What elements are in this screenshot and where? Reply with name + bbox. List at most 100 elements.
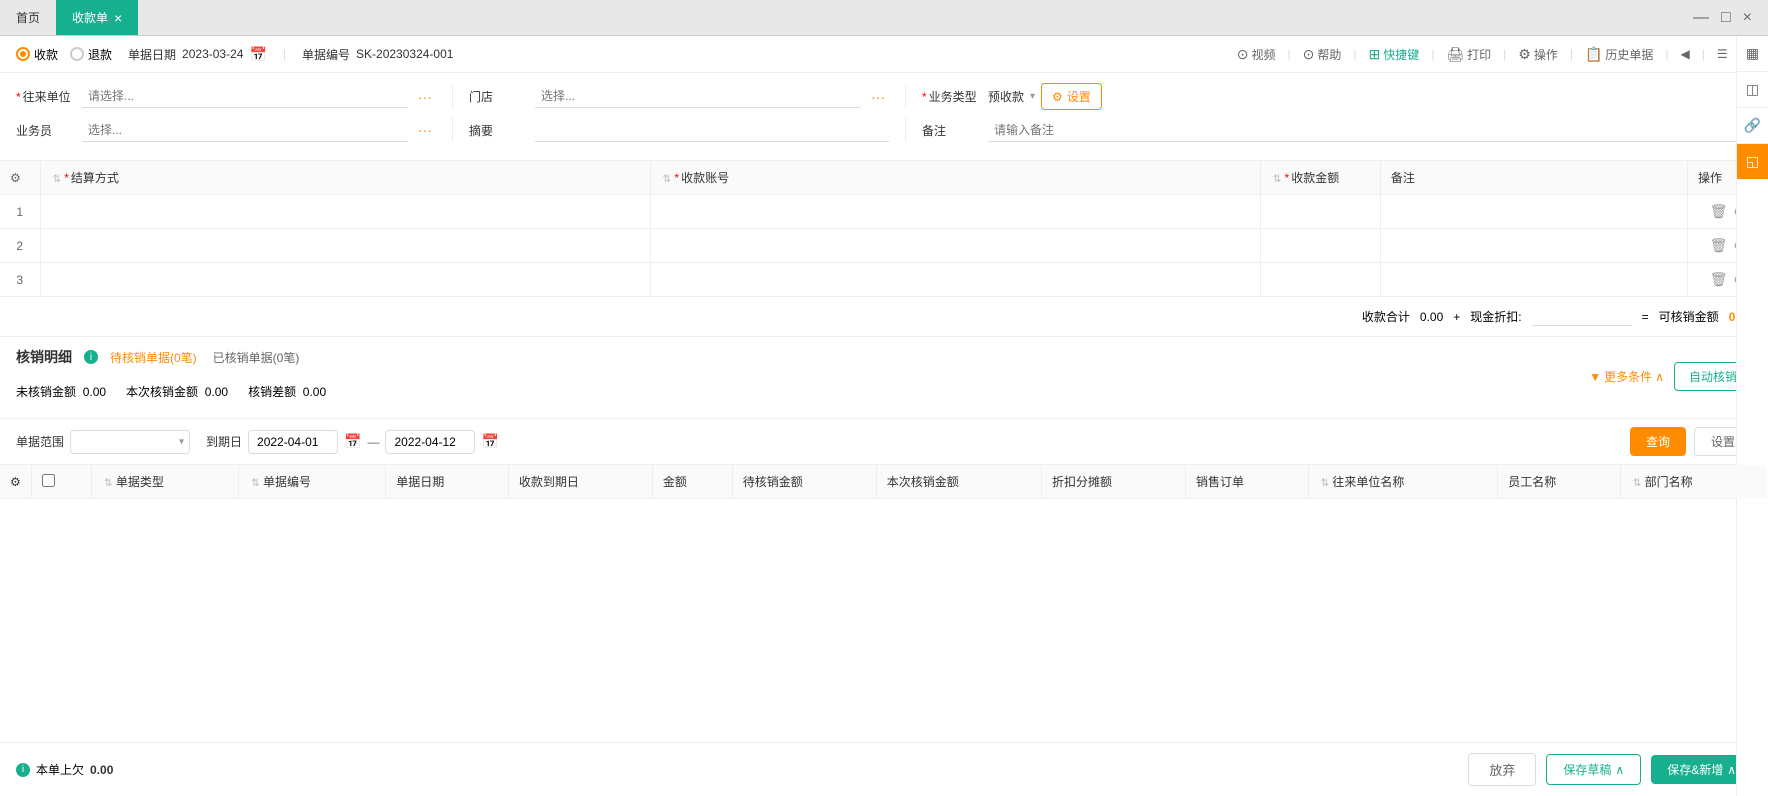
toolbar: 收款 退款 单据日期 2023-03-24 📅 | 单据编号 SK-202303… (0, 36, 1768, 73)
available-label: 可核销金额 (1659, 308, 1719, 325)
date-calendar-icon[interactable]: 📅 (249, 46, 266, 63)
footer-info-icon[interactable]: i (16, 763, 30, 777)
sidebar-icon-3[interactable]: 🔗 (1737, 108, 1768, 144)
table-row: 3 🗑 ⊕ (0, 263, 1768, 297)
employee-label: 业务员 (16, 122, 76, 139)
row-2-account[interactable] (650, 229, 1260, 263)
summary-label: 摘要 (469, 122, 529, 139)
range-label: 单据范围 (16, 433, 64, 450)
table-row: 2 🗑 ⊕ (0, 229, 1768, 263)
discount-input[interactable] (1532, 307, 1632, 326)
store-more-btn[interactable]: ··· (867, 89, 889, 105)
save-draft-label: 保存草稿 (1563, 761, 1611, 778)
tab-close-icon[interactable]: × (114, 11, 122, 25)
total-label: 收款合计 (1362, 308, 1410, 325)
refund-radio[interactable]: 退款 (70, 46, 112, 63)
range-select[interactable] (70, 430, 190, 454)
business-type-chevron[interactable]: ▾ (1030, 91, 1035, 102)
tab-home-label: 首页 (16, 9, 40, 26)
row-3-account[interactable] (650, 263, 1260, 297)
row-num-3: 3 (0, 263, 40, 297)
store-input[interactable] (535, 85, 861, 108)
table-gear-icon-2[interactable]: ⚙ (10, 475, 21, 489)
footer-order-label: 本单上欠 (36, 761, 84, 778)
pending-amount-value: 0.00 (83, 385, 106, 399)
employee-more-btn[interactable]: ··· (414, 122, 436, 138)
sidebar-icon-2[interactable]: ◫ (1737, 72, 1768, 108)
bottom-table-section: ⚙ ⇅ 单据类型 ⇅ 单据编号 (0, 465, 1768, 742)
shortcut-btn[interactable]: ⊞ 快捷键 (1368, 46, 1419, 63)
remark-input[interactable] (988, 119, 1752, 142)
partner-field: 往来单位 ··· (16, 85, 436, 108)
row-num-2: 2 (0, 229, 40, 263)
row-1-delete-icon[interactable]: 🗑 (1710, 203, 1728, 220)
filter-icon: ▼ (1589, 370, 1601, 384)
partner-input[interactable] (82, 85, 408, 108)
col-checkbox: ⚙ (0, 465, 31, 499)
row-2-remark[interactable] (1380, 229, 1687, 263)
cal-from-icon[interactable]: 📅 (344, 433, 361, 450)
help-icon: ⊙ (1303, 46, 1315, 63)
verify-info-icon[interactable]: i (84, 350, 98, 364)
row-1-remark[interactable] (1380, 195, 1687, 229)
receipt-label: 收款 (34, 46, 58, 63)
footer-order-value: 0.00 (90, 763, 113, 777)
form-section: 往来单位 ··· 门店 ··· 业务类型 预收款 ▾ ⚙ 设置 (0, 73, 1768, 161)
abandon-btn[interactable]: 放弃 (1468, 753, 1536, 786)
row-2-delete-icon[interactable]: 🗑 (1710, 237, 1728, 254)
verify-title: 核销明细 i 待核销单据(0笔) 已核销单据(0笔) (16, 347, 1752, 367)
row-1-settlement[interactable] (40, 195, 650, 229)
help-btn[interactable]: ⊙ 帮助 (1303, 46, 1342, 63)
receipt-radio[interactable]: 收款 (16, 46, 58, 63)
video-btn[interactable]: ⊙ 视频 (1237, 46, 1276, 63)
employee-input[interactable] (82, 119, 408, 142)
plus-sign: + (1453, 310, 1460, 324)
summary-input[interactable] (535, 119, 889, 142)
pending-tab[interactable]: 待核销单据(0笔) (110, 349, 197, 366)
save-draft-btn[interactable]: 保存草稿 ∧ (1546, 754, 1641, 785)
row-3-remark[interactable] (1380, 263, 1687, 297)
more-conditions-btn[interactable]: ▼ 更多条件 ∧ (1589, 368, 1664, 385)
row-num-1: 1 (0, 195, 40, 229)
table-gear-icon[interactable]: ⚙ (10, 171, 21, 185)
tab-home[interactable]: 首页 (0, 0, 56, 35)
row-3-amount[interactable] (1260, 263, 1380, 297)
operation-btn[interactable]: ⚙ 操作 (1518, 46, 1558, 63)
row-3-settlement[interactable] (40, 263, 650, 297)
print-btn[interactable]: 🖨 打印 (1446, 46, 1491, 63)
minimize-btn[interactable]: — (1693, 9, 1709, 27)
main-content: 收款 退款 单据日期 2023-03-24 📅 | 单据编号 SK-202303… (0, 36, 1768, 796)
row-2-amount[interactable] (1260, 229, 1380, 263)
field-divider-2 (905, 85, 906, 109)
partner-more-btn[interactable]: ··· (414, 89, 436, 105)
history-btn[interactable]: 📋 历史单据 (1585, 46, 1653, 63)
date-to-input[interactable] (385, 430, 475, 454)
help-label: 帮助 (1317, 46, 1341, 63)
save-draft-arrow: ∧ (1615, 763, 1624, 777)
tab-receipt-label: 收款单 (72, 9, 108, 26)
nav-prev[interactable]: ◀ (1681, 47, 1690, 61)
tab-receipt[interactable]: 收款单 × (56, 0, 138, 35)
query-btn[interactable]: 查询 (1630, 427, 1686, 456)
completed-tab[interactable]: 已核销单据(0笔) (213, 349, 300, 366)
nav-list[interactable]: ☰ (1717, 47, 1728, 61)
pending-amount-label: 未核销金额 (16, 385, 76, 399)
sidebar-icon-1[interactable]: ▦ (1737, 36, 1768, 72)
settings-button[interactable]: ⚙ 设置 (1041, 83, 1102, 110)
pending-amount: 未核销金额 0.00 (16, 383, 106, 400)
receipt-refund-toggle: 收款 退款 (16, 46, 112, 63)
row-3-delete-icon[interactable]: 🗑 (1710, 271, 1728, 288)
row-2-settlement[interactable] (40, 229, 650, 263)
date-from-input[interactable] (248, 430, 338, 454)
col-doc-num: ⇅ 单据编号 (239, 465, 386, 499)
cal-to-icon[interactable]: 📅 (481, 433, 498, 450)
maximize-btn[interactable]: □ (1721, 9, 1731, 27)
row-1-account[interactable] (650, 195, 1260, 229)
history-label: 历史单据 (1605, 46, 1653, 63)
sidebar-icon-4[interactable]: ◱ (1737, 144, 1768, 180)
verify-section: 核销明细 i 待核销单据(0笔) 已核销单据(0笔) 未核销金额 0.00 本次… (0, 337, 1768, 742)
select-all-checkbox[interactable] (42, 474, 55, 487)
row-1-amount[interactable] (1260, 195, 1380, 229)
range-field: 单据范围 (16, 430, 190, 454)
close-btn[interactable]: × (1743, 9, 1752, 27)
